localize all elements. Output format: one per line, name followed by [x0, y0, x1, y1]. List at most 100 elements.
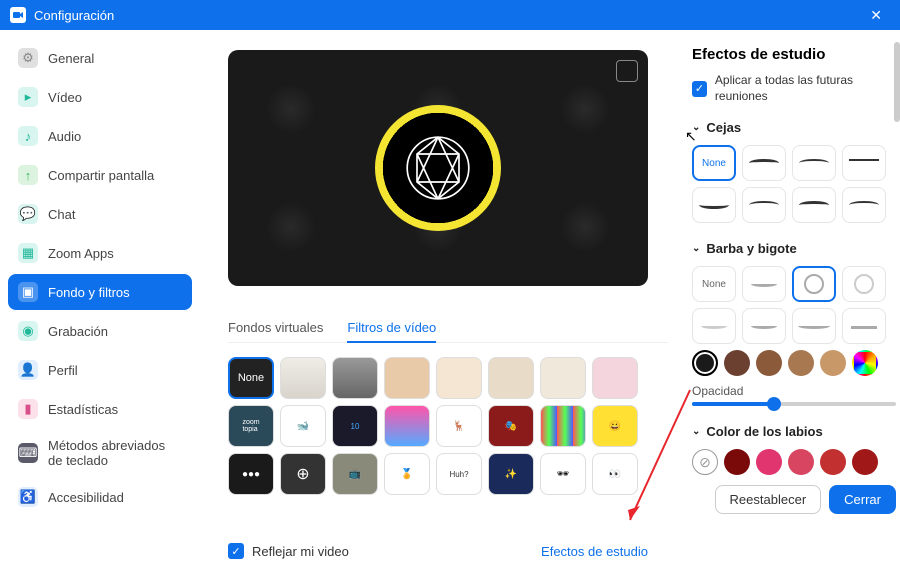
brow-option[interactable] [742, 145, 786, 181]
brow-option[interactable] [742, 187, 786, 223]
filter-thumb[interactable]: 🏅 [384, 453, 430, 495]
filter-none[interactable]: None [228, 357, 274, 399]
filter-thumb[interactable] [384, 405, 430, 447]
expand-icon[interactable] [616, 60, 638, 82]
filter-thumb[interactable] [488, 357, 534, 399]
color-swatch[interactable] [820, 350, 846, 376]
filter-thumb[interactable] [540, 405, 586, 447]
color-swatch[interactable] [852, 449, 878, 475]
brow-option[interactable] [692, 187, 736, 223]
section-toggle[interactable]: ⌄Color de los labios [692, 424, 896, 439]
filter-thumb[interactable]: Huh? [436, 453, 482, 495]
filter-thumb[interactable] [332, 357, 378, 399]
filter-thumb[interactable]: 😀 [592, 405, 638, 447]
chevron-down-icon: ⌄ [692, 122, 700, 133]
sidebar-item-audio[interactable]: ♪Audio [8, 118, 192, 154]
mirror-checkbox[interactable]: ✓ Reflejar mi video [228, 543, 349, 559]
reset-button[interactable]: Reestablecer [715, 485, 822, 514]
brow-option[interactable] [842, 145, 886, 181]
beard-option[interactable] [792, 308, 836, 344]
beard-option[interactable] [742, 308, 786, 344]
panel-title: Efectos de estudio [692, 46, 896, 63]
sidebar-item-access[interactable]: ♿Accesibilidad [8, 479, 192, 515]
filter-thumb[interactable] [280, 357, 326, 399]
video-preview [228, 50, 648, 286]
color-swatch[interactable] [724, 449, 750, 475]
apply-all-checkbox[interactable]: ✓ Aplicar a todas las futuras reuniones [692, 73, 896, 104]
sidebar-item-stats[interactable]: ▮Estadísticas [8, 391, 192, 427]
sidebar: ⚙General ▸Vídeo ♪Audio ↑Compartir pantal… [0, 30, 200, 571]
beard-option[interactable] [692, 308, 736, 344]
panel-scrollbar[interactable] [894, 42, 900, 122]
section-toggle[interactable]: ⌄Barba y bigote [692, 241, 896, 256]
brow-none[interactable]: None [692, 145, 736, 181]
studio-effects-panel: Efectos de estudio ✓ Aplicar a todas las… [680, 30, 900, 571]
sidebar-item-profile[interactable]: 👤Perfil [8, 352, 192, 388]
close-button[interactable]: Cerrar [829, 485, 896, 514]
tab-video-filters[interactable]: Filtros de vídeo [347, 314, 436, 343]
app-icon [10, 7, 26, 23]
brow-option[interactable] [792, 187, 836, 223]
color-none[interactable]: ⊘ [692, 449, 718, 475]
sidebar-item-recording[interactable]: ◉Grabación [8, 313, 192, 349]
filter-thumb[interactable] [436, 357, 482, 399]
color-swatch[interactable] [788, 350, 814, 376]
filter-thumb[interactable]: 🦌 [436, 405, 482, 447]
beard-option[interactable] [842, 266, 886, 302]
sidebar-item-video[interactable]: ▸Vídeo [8, 79, 192, 115]
main-content: Fondos virtuales Filtros de vídeo None z… [200, 30, 680, 571]
filter-thumb[interactable]: 🕶 [540, 453, 586, 495]
beard-option[interactable] [742, 266, 786, 302]
brow-option[interactable] [842, 187, 886, 223]
color-swatch[interactable] [788, 449, 814, 475]
lip-colors: ⊘ [692, 449, 896, 475]
filter-thumb[interactable]: ⊕ [280, 453, 326, 495]
sidebar-item-apps[interactable]: ▦Zoom Apps [8, 235, 192, 271]
section-toggle[interactable]: ⌄Cejas [692, 120, 896, 135]
sidebar-item-background[interactable]: ▣Fondo y filtros [8, 274, 192, 310]
color-swatch[interactable] [692, 350, 718, 376]
beard-none[interactable]: None [692, 266, 736, 302]
studio-effects-link[interactable]: Efectos de estudio [541, 544, 648, 559]
color-swatch[interactable] [820, 449, 846, 475]
beard-option[interactable] [842, 308, 886, 344]
tab-virtual-backgrounds[interactable]: Fondos virtuales [228, 314, 323, 342]
share-icon: ↑ [18, 165, 38, 185]
section-beard: ⌄Barba y bigote None Opacidad [692, 241, 896, 406]
filter-thumb[interactable]: 📺 [332, 453, 378, 495]
sidebar-item-chat[interactable]: 💬Chat [8, 196, 192, 232]
brow-option[interactable] [792, 145, 836, 181]
chat-icon: 💬 [18, 204, 38, 224]
filter-thumb[interactable]: ●●● [228, 453, 274, 495]
filter-thumb[interactable]: 10 [332, 405, 378, 447]
chevron-down-icon: ⌄ [692, 243, 700, 254]
stats-icon: ▮ [18, 399, 38, 419]
color-picker[interactable] [852, 350, 878, 376]
opacity-slider[interactable]: Opacidad [692, 384, 896, 406]
beard-option[interactable] [792, 266, 836, 302]
filter-thumb[interactable]: 🎭 [488, 405, 534, 447]
close-icon[interactable]: ✕ [862, 3, 890, 28]
color-swatch[interactable] [756, 350, 782, 376]
accessibility-icon: ♿ [18, 487, 38, 507]
sidebar-item-general[interactable]: ⚙General [8, 40, 192, 76]
color-swatch[interactable] [724, 350, 750, 376]
chevron-down-icon: ⌄ [692, 426, 700, 437]
camera-lens [375, 105, 501, 231]
tabs: Fondos virtuales Filtros de vídeo [228, 314, 668, 343]
audio-icon: ♪ [18, 126, 38, 146]
sidebar-item-shortcuts[interactable]: ⌨Métodos abreviados de teclado [8, 430, 192, 476]
filter-thumb[interactable] [540, 357, 586, 399]
filter-thumb[interactable]: 🐋 [280, 405, 326, 447]
filter-thumb[interactable]: zoomtopia [228, 405, 274, 447]
filter-thumb[interactable] [384, 357, 430, 399]
filter-thumb[interactable] [592, 357, 638, 399]
check-icon: ✓ [228, 543, 244, 559]
filter-thumb[interactable]: ✨ [488, 453, 534, 495]
section-lips: ⌄Color de los labios ⊘ [692, 424, 896, 475]
sidebar-item-screen[interactable]: ↑Compartir pantalla [8, 157, 192, 193]
filter-thumb[interactable]: 👀 [592, 453, 638, 495]
keyboard-icon: ⌨ [18, 443, 38, 463]
color-swatch[interactable] [756, 449, 782, 475]
window-title: Configuración [34, 8, 114, 23]
